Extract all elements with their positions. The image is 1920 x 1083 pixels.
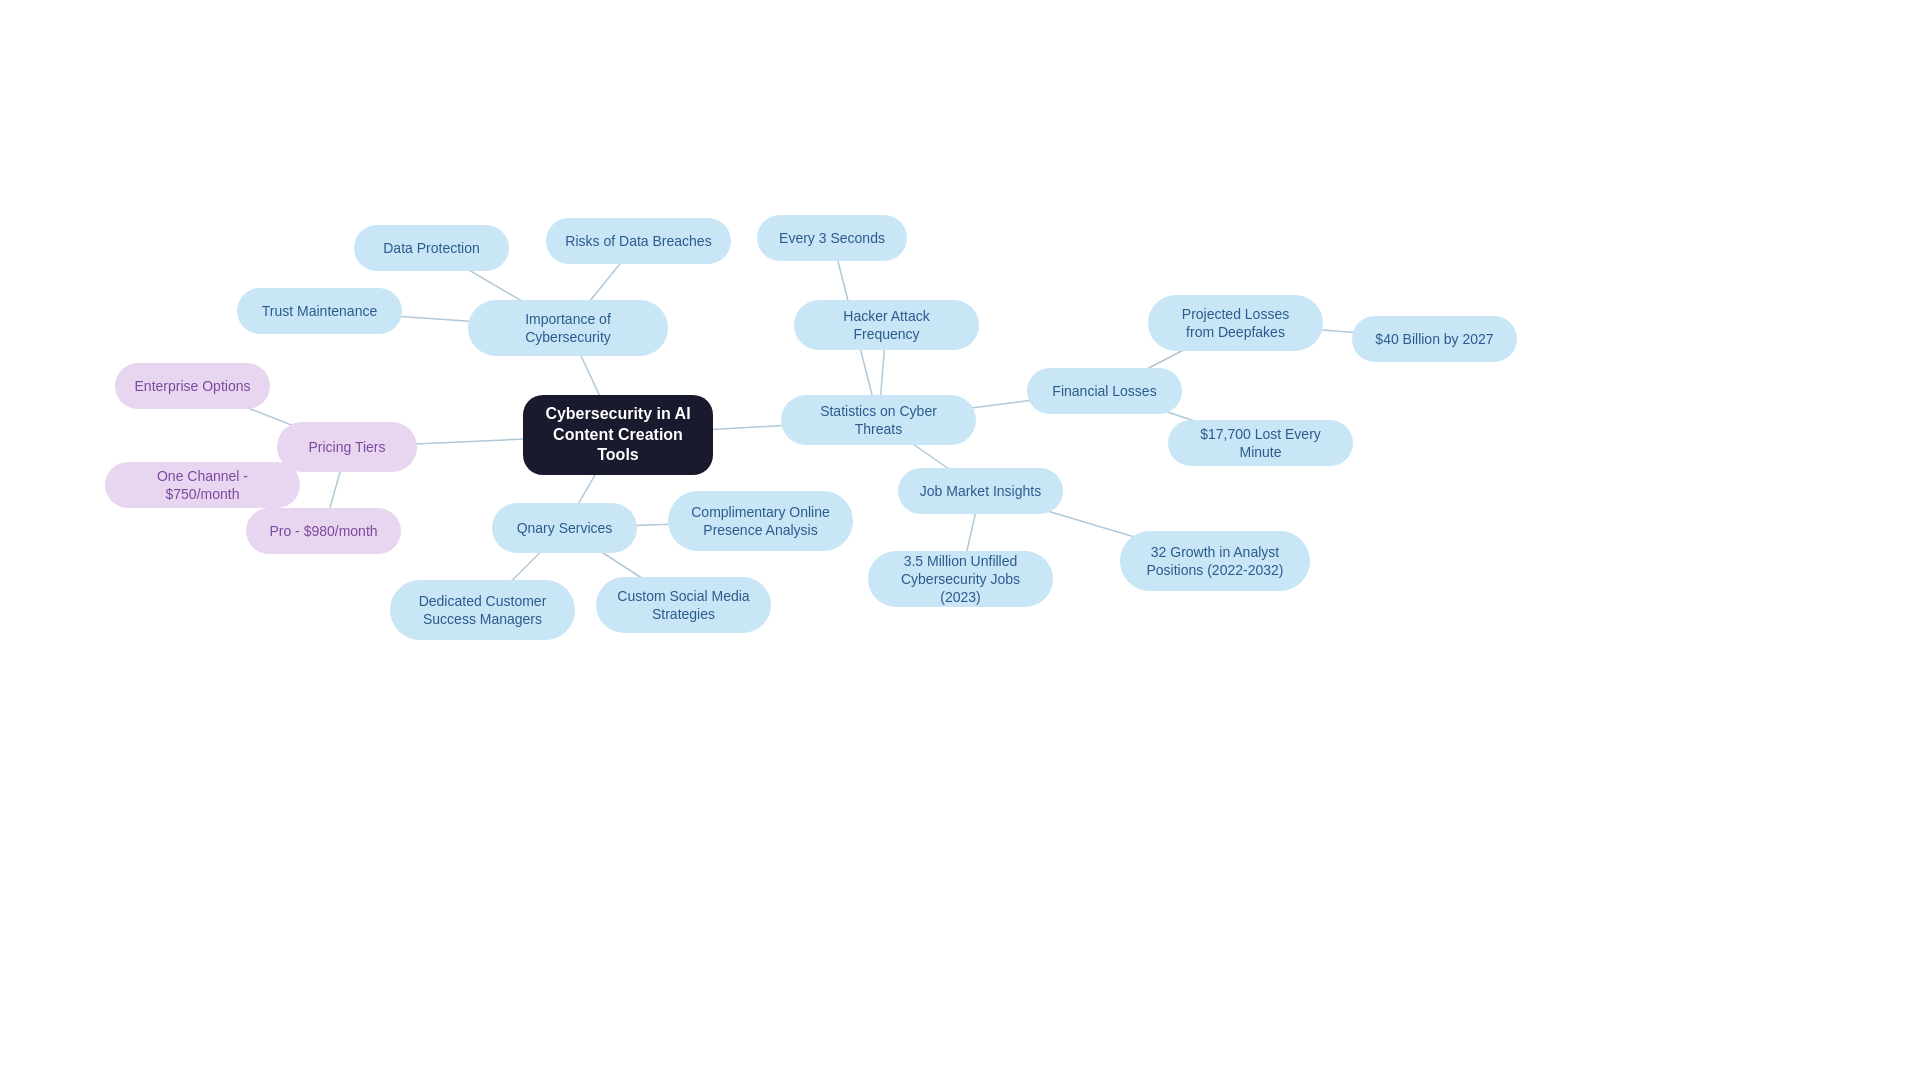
node-one-channel: One Channel - $750/month xyxy=(105,462,300,508)
node-every3: Every 3 Seconds xyxy=(757,215,907,261)
node-data-protection: Data Protection xyxy=(354,225,509,271)
node-projected: Projected Losses from Deepfakes xyxy=(1148,295,1323,351)
node-35million: 3.5 Million Unfilled Cybersecurity Jobs … xyxy=(868,551,1053,607)
node-statistics: Statistics on Cyber Threats xyxy=(781,395,976,445)
node-qnary: Qnary Services xyxy=(492,503,637,553)
node-job-market: Job Market Insights xyxy=(898,468,1063,514)
node-enterprise: Enterprise Options xyxy=(115,363,270,409)
node-risks: Risks of Data Breaches xyxy=(546,218,731,264)
node-custom-social: Custom Social Media Strategies xyxy=(596,577,771,633)
node-importance: Importance of Cybersecurity xyxy=(468,300,668,356)
mind-map-container: Cybersecurity in AI Content Creation Too… xyxy=(0,0,1920,1083)
node-hacker: Hacker Attack Frequency xyxy=(794,300,979,350)
node-trust: Trust Maintenance xyxy=(237,288,402,334)
node-pro: Pro - $980/month xyxy=(246,508,401,554)
center-node: Cybersecurity in AI Content Creation Too… xyxy=(523,395,713,475)
node-32growth: 32 Growth in Analyst Positions (2022-203… xyxy=(1120,531,1310,591)
node-complimentary: Complimentary Online Presence Analysis xyxy=(668,491,853,551)
node-dedicated: Dedicated Customer Success Managers xyxy=(390,580,575,640)
node-pricing: Pricing Tiers xyxy=(277,422,417,472)
node-17700: $17,700 Lost Every Minute xyxy=(1168,420,1353,466)
node-financial: Financial Losses xyxy=(1027,368,1182,414)
node-40billion: $40 Billion by 2027 xyxy=(1352,316,1517,362)
